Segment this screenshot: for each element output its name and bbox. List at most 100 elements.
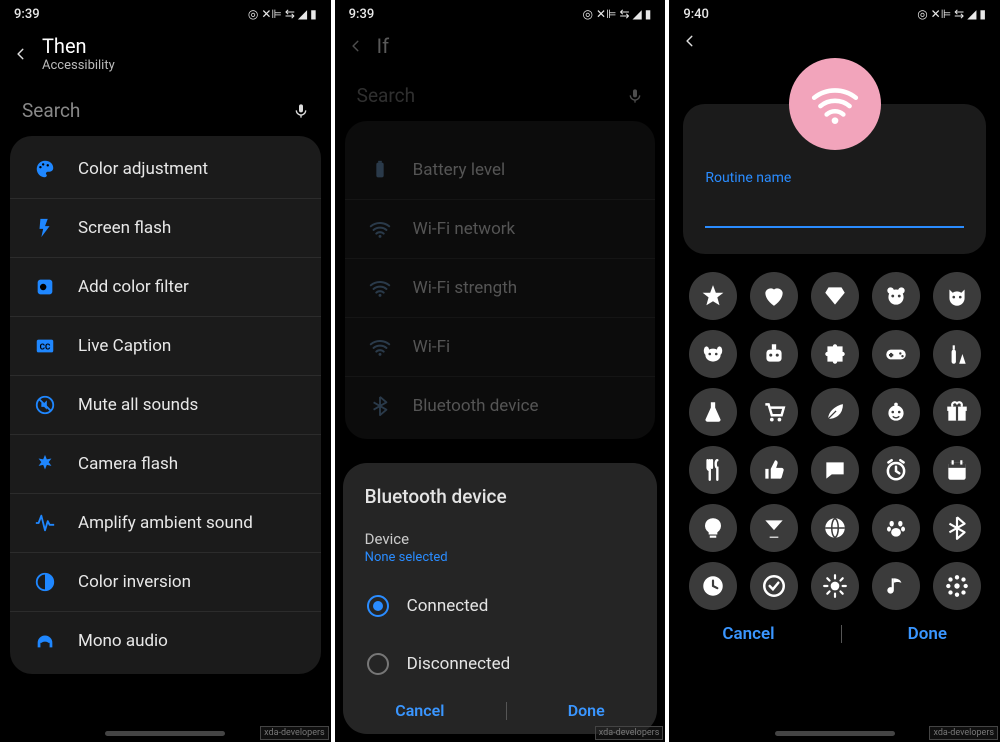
item-battery-level[interactable]: Battery level: [345, 141, 656, 199]
status-icons: ◎ ✕⊫ ⇆ ◢ ▮: [248, 7, 317, 21]
bottle-icon[interactable]: [933, 330, 981, 378]
headphones-icon: [34, 630, 56, 652]
camera-flash-icon: [34, 453, 56, 475]
page-title: If: [377, 34, 389, 58]
header: Then Accessibility: [0, 28, 331, 77]
thumbs-up-icon[interactable]: [750, 446, 798, 494]
nav-handle[interactable]: [105, 731, 225, 736]
mute-icon: [34, 394, 56, 416]
item-amplify-ambient[interactable]: Amplify ambient sound: [10, 493, 321, 552]
icon-picker-grid: [669, 270, 1000, 610]
done-button[interactable]: Done: [568, 701, 605, 720]
item-bluetooth-device[interactable]: Bluetooth device: [345, 376, 656, 435]
bulb-icon[interactable]: [689, 504, 737, 552]
cocktail-icon[interactable]: [750, 504, 798, 552]
status-bar: 9:39 ◎ ✕⊫ ⇆ ◢ ▮: [0, 0, 331, 28]
bluetooth-icon[interactable]: [933, 504, 981, 552]
mic-icon[interactable]: [627, 85, 643, 107]
phone-if: 9:39 ◎ ✕⊫ ⇆ ◢ ▮ If Search Battery level …: [335, 0, 666, 742]
wifi-strength-icon: [369, 277, 391, 299]
clock: 9:39: [14, 7, 40, 22]
dialog-title: Bluetooth device: [365, 485, 636, 508]
cancel-button[interactable]: Cancel: [395, 701, 444, 720]
done-button[interactable]: Done: [908, 624, 947, 644]
music-icon[interactable]: [872, 562, 920, 610]
sun-icon[interactable]: [811, 562, 859, 610]
search-row[interactable]: Search: [335, 62, 666, 121]
alarm-icon[interactable]: [872, 446, 920, 494]
heart-icon[interactable]: [750, 272, 798, 320]
cart-icon[interactable]: [750, 388, 798, 436]
nav-handle[interactable]: [775, 731, 895, 736]
chat-icon[interactable]: [811, 446, 859, 494]
phone-routine-name: 9:40 ◎ ✕⊫ ⇆ ◢ ▮ Routine name Cancel Done…: [669, 0, 1000, 742]
cancel-button[interactable]: Cancel: [722, 624, 774, 644]
back-icon[interactable]: [683, 34, 697, 48]
paw-icon[interactable]: [872, 504, 920, 552]
calendar-icon[interactable]: [933, 446, 981, 494]
bear-icon[interactable]: [872, 272, 920, 320]
back-icon[interactable]: [14, 47, 28, 61]
phone-then: 9:39 ◎ ✕⊫ ⇆ ◢ ▮ Then Accessibility Searc…: [0, 0, 331, 742]
watermark: xda-developers: [595, 726, 664, 740]
dog-icon[interactable]: [689, 330, 737, 378]
gift-icon[interactable]: [933, 388, 981, 436]
page-subtitle: Accessibility: [42, 58, 115, 73]
item-mono-audio[interactable]: Mono audio: [10, 611, 321, 670]
search-input[interactable]: Search: [22, 99, 293, 122]
diamond-icon[interactable]: [811, 272, 859, 320]
item-wifi[interactable]: Wi-Fi: [345, 317, 656, 376]
routine-icon-preview[interactable]: [789, 58, 881, 150]
item-wifi-network[interactable]: Wi-Fi network: [345, 199, 656, 258]
item-wifi-strength[interactable]: Wi-Fi strength: [345, 258, 656, 317]
robot-icon[interactable]: [750, 330, 798, 378]
palette-icon: [34, 158, 56, 180]
dialog-overlay: Bluetooth device Device None selected Co…: [335, 455, 666, 742]
basketball-icon[interactable]: [811, 504, 859, 552]
device-picker[interactable]: Device None selected: [365, 530, 636, 565]
search-input[interactable]: Search: [357, 84, 628, 107]
item-camera-flash[interactable]: Camera flash: [10, 434, 321, 493]
header: If: [335, 28, 666, 62]
gamepad-icon[interactable]: [872, 330, 920, 378]
action-list: Color adjustment Screen flash Add color …: [10, 136, 321, 674]
clock-icon[interactable]: [689, 562, 737, 610]
bluetooth-icon: [369, 395, 391, 417]
watermark: xda-developers: [260, 726, 329, 740]
battery-icon: [369, 159, 391, 181]
baby-icon[interactable]: [872, 388, 920, 436]
radio-connected[interactable]: Connected: [365, 577, 636, 635]
cat-icon[interactable]: [933, 272, 981, 320]
wifi-icon: [369, 336, 391, 358]
check-circle-icon[interactable]: [750, 562, 798, 610]
mic-icon[interactable]: [293, 100, 309, 122]
item-live-caption[interactable]: Live Caption: [10, 316, 321, 375]
routine-name-label: Routine name: [705, 170, 964, 186]
flask-icon[interactable]: [689, 388, 737, 436]
item-color-inversion[interactable]: Color inversion: [10, 552, 321, 611]
utensils-icon[interactable]: [689, 446, 737, 494]
star-icon[interactable]: [689, 272, 737, 320]
radio-icon[interactable]: [367, 595, 389, 617]
status-icons: ◎ ✕⊫ ⇆ ◢ ▮: [917, 7, 986, 21]
flash-icon: [34, 217, 56, 239]
item-mute-all-sounds[interactable]: Mute all sounds: [10, 375, 321, 434]
filter-icon: [34, 276, 56, 298]
clock: 9:40: [683, 7, 709, 22]
contrast-icon: [34, 571, 56, 593]
bluetooth-dialog: Bluetooth device Device None selected Co…: [343, 463, 658, 734]
radio-icon[interactable]: [367, 653, 389, 675]
search-row[interactable]: Search: [0, 77, 331, 136]
condition-list: Battery level Wi-Fi network Wi-Fi streng…: [345, 121, 656, 439]
radio-disconnected[interactable]: Disconnected: [365, 635, 636, 693]
leaf-icon[interactable]: [811, 388, 859, 436]
routine-name-input[interactable]: [705, 192, 964, 228]
back-icon[interactable]: [349, 39, 363, 53]
item-add-color-filter[interactable]: Add color filter: [10, 257, 321, 316]
puzzle-icon[interactable]: [811, 330, 859, 378]
watermark: xda-developers: [929, 726, 998, 740]
item-screen-flash[interactable]: Screen flash: [10, 198, 321, 257]
bottom-buttons: Cancel Done: [669, 610, 1000, 652]
hub-icon[interactable]: [933, 562, 981, 610]
item-color-adjustment[interactable]: Color adjustment: [10, 140, 321, 198]
